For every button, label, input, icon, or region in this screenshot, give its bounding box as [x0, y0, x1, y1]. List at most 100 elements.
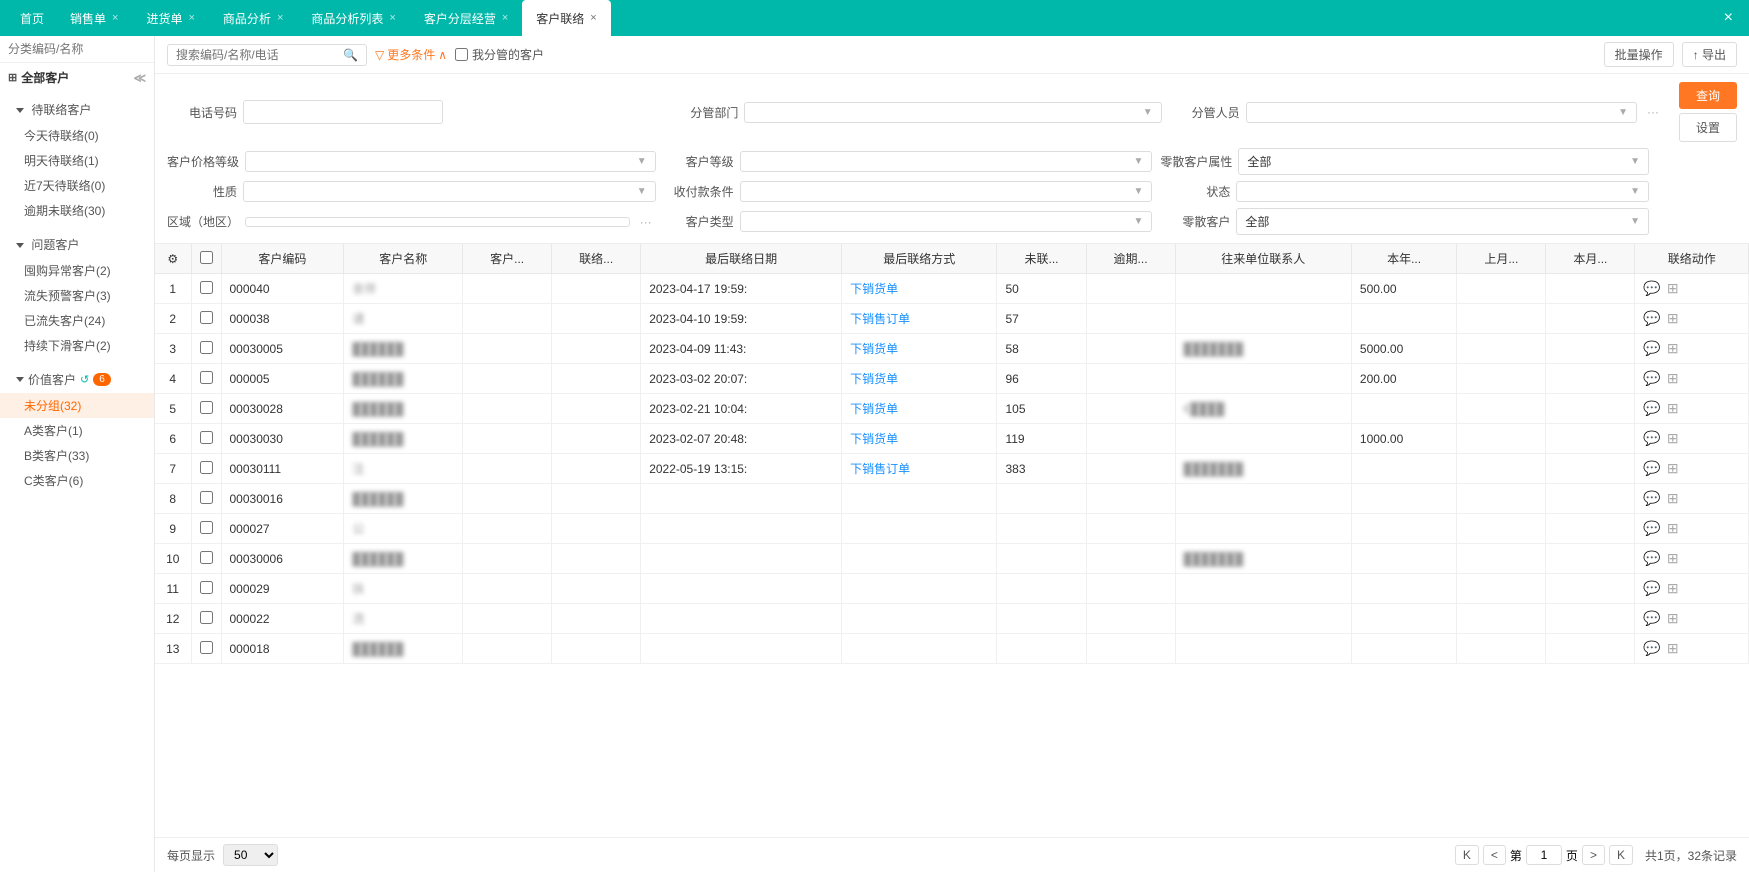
message-icon[interactable]: 💬 — [1643, 370, 1660, 387]
my-customers-check[interactable] — [455, 48, 468, 61]
grid-action-icon[interactable]: ⊞ — [1667, 520, 1679, 537]
col-select-all[interactable] — [191, 244, 221, 274]
sidebar-item-overdue[interactable]: 逾期未联络(30) — [0, 198, 154, 223]
grid-action-icon[interactable]: ⊞ — [1667, 310, 1679, 327]
row-select[interactable] — [200, 431, 213, 444]
message-icon[interactable]: 💬 — [1643, 610, 1660, 627]
row-last-way[interactable]: 下销货单 — [842, 394, 997, 424]
message-icon[interactable]: 💬 — [1643, 280, 1660, 297]
row-checkbox[interactable] — [191, 304, 221, 334]
region-select[interactable] — [245, 217, 630, 227]
grid-action-icon[interactable]: ⊞ — [1667, 610, 1679, 627]
row-select[interactable] — [200, 551, 213, 564]
row-select[interactable] — [200, 461, 213, 474]
dept-select[interactable]: ▼ — [744, 102, 1161, 123]
row-checkbox[interactable] — [191, 274, 221, 304]
grid-action-icon[interactable]: ⊞ — [1667, 490, 1679, 507]
row-checkbox[interactable] — [191, 634, 221, 664]
last-way-link[interactable]: 下销货单 — [850, 372, 898, 386]
tab-sales[interactable]: 销售单× — [56, 0, 132, 36]
close-contact-tab[interactable]: × — [590, 12, 596, 24]
sidebar-item-declining[interactable]: 持续下滑客户(2) — [0, 333, 154, 358]
query-btn[interactable]: 查询 — [1679, 82, 1737, 109]
section-pending-header[interactable]: 待联络客户 — [0, 96, 154, 123]
row-last-way[interactable]: 下销售订单 — [842, 304, 997, 334]
sidebar-item-abnormal[interactable]: 囤购异常客户(2) — [0, 258, 154, 283]
manager-select[interactable]: ▼ — [1246, 102, 1637, 123]
tab-home[interactable]: 首页 — [8, 0, 56, 36]
row-checkbox[interactable] — [191, 334, 221, 364]
nature-select[interactable]: ▼ — [243, 181, 656, 202]
row-checkbox[interactable] — [191, 394, 221, 424]
region-dots-icon[interactable]: ··· — [636, 215, 656, 229]
sidebar-item-churned[interactable]: 已流失客户(24) — [0, 308, 154, 333]
tab-customer-segment[interactable]: 客户分层经营× — [410, 0, 522, 36]
first-page-btn[interactable]: K — [1455, 845, 1479, 865]
row-checkbox[interactable] — [191, 574, 221, 604]
more-conditions-btn[interactable]: ▽ 更多条件 ∧ — [375, 46, 447, 63]
close-segment-tab[interactable]: × — [502, 12, 508, 24]
message-icon[interactable]: 💬 — [1643, 490, 1660, 507]
search-input[interactable] — [176, 48, 343, 62]
message-icon[interactable]: 💬 — [1643, 400, 1660, 417]
batch-operation-btn[interactable]: 批量操作 — [1604, 42, 1674, 67]
export-btn[interactable]: ↑ 导出 — [1682, 42, 1737, 67]
phone-input[interactable] — [243, 100, 443, 124]
message-icon[interactable]: 💬 — [1643, 430, 1660, 447]
section-problem-header[interactable]: 问题客户 — [0, 231, 154, 258]
close-purchase-tab[interactable]: × — [188, 12, 194, 24]
row-select[interactable] — [200, 401, 213, 414]
sidebar-all-customers[interactable]: ⊞ 全部客户 ≪ — [0, 63, 154, 92]
row-select[interactable] — [200, 311, 213, 324]
sidebar-item-class-c[interactable]: C类客户(6) — [0, 468, 154, 493]
message-icon[interactable]: 💬 — [1643, 460, 1660, 477]
sidebar-item-tomorrow[interactable]: 明天待联络(1) — [0, 148, 154, 173]
sidebar-item-churn-warning[interactable]: 流失预警客户(3) — [0, 283, 154, 308]
status-select[interactable]: ▼ — [1236, 181, 1649, 202]
sidebar-item-7days[interactable]: 近7天待联络(0) — [0, 173, 154, 198]
reset-btn[interactable]: 设置 — [1679, 113, 1737, 142]
grid-action-icon[interactable]: ⊞ — [1667, 280, 1679, 297]
retail-attr-select[interactable]: 全部▼ — [1238, 148, 1649, 175]
last-page-btn[interactable]: K — [1609, 845, 1633, 865]
my-customers-checkbox[interactable]: 我分管的客户 — [455, 46, 544, 63]
row-checkbox[interactable] — [191, 544, 221, 574]
grid-action-icon[interactable]: ⊞ — [1667, 370, 1679, 387]
last-way-link[interactable]: 下销售订单 — [850, 462, 910, 476]
search-icon[interactable]: 🔍 — [343, 48, 358, 62]
prev-page-btn[interactable]: < — [1483, 845, 1506, 865]
grid-action-icon[interactable]: ⊞ — [1667, 400, 1679, 417]
grid-action-icon[interactable]: ⊞ — [1667, 580, 1679, 597]
sidebar-search-input[interactable] — [8, 42, 155, 56]
row-checkbox[interactable] — [191, 514, 221, 544]
tab-customer-contact[interactable]: 客户联络× — [522, 0, 610, 36]
next-page-btn[interactable]: > — [1582, 845, 1605, 865]
tab-product-analysis[interactable]: 商品分析× — [209, 0, 297, 36]
last-way-link[interactable]: 下销货单 — [850, 282, 898, 296]
page-size-select[interactable]: 50 100 — [223, 844, 278, 866]
message-icon[interactable]: 💬 — [1643, 340, 1660, 357]
row-checkbox[interactable] — [191, 364, 221, 394]
row-select[interactable] — [200, 371, 213, 384]
close-product-list-tab[interactable]: × — [389, 12, 395, 24]
customer-level-select[interactable]: ▼ — [740, 151, 1153, 172]
section-value-header[interactable]: 价值客户 ↺ 6 — [0, 366, 154, 393]
message-icon[interactable]: 💬 — [1643, 520, 1660, 537]
grid-action-icon[interactable]: ⊞ — [1667, 460, 1679, 477]
sidebar-item-today[interactable]: 今天待联络(0) — [0, 123, 154, 148]
row-select[interactable] — [200, 641, 213, 654]
row-checkbox[interactable] — [191, 424, 221, 454]
customer-type-select[interactable]: ▼ — [740, 211, 1153, 232]
message-icon[interactable]: 💬 — [1643, 640, 1660, 657]
last-way-link[interactable]: 下销货单 — [850, 432, 898, 446]
row-last-way[interactable]: 下销货单 — [842, 274, 997, 304]
sidebar-item-class-a[interactable]: A类客户(1) — [0, 418, 154, 443]
page-input[interactable] — [1526, 845, 1562, 865]
select-all-checkbox[interactable] — [200, 251, 213, 264]
message-icon[interactable]: 💬 — [1643, 550, 1660, 567]
last-way-link[interactable]: 下销货单 — [850, 402, 898, 416]
row-last-way[interactable]: 下销货单 — [842, 334, 997, 364]
close-all-tabs[interactable]: × — [1716, 9, 1741, 27]
col-settings[interactable]: ⚙ — [155, 244, 191, 274]
payment-select[interactable]: ▼ — [740, 181, 1153, 202]
